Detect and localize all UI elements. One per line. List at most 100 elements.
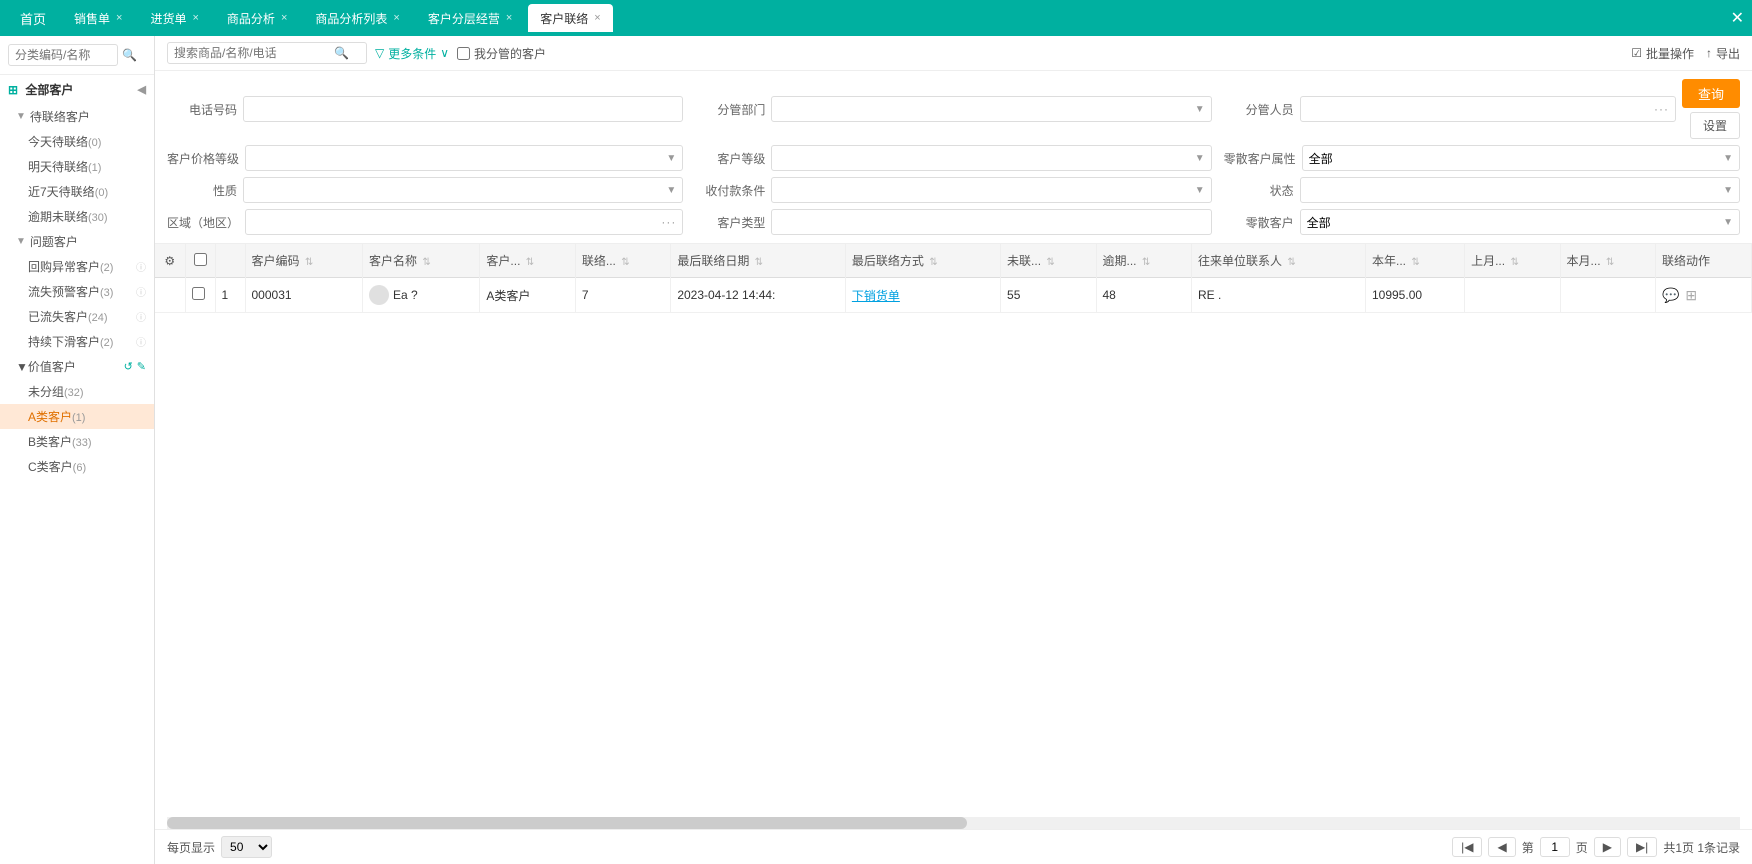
sidebar-search-container: 🔍	[0, 36, 154, 75]
sidebar-item-b-class[interactable]: B类客户(33)	[0, 429, 154, 454]
scrollbar-thumb[interactable]	[167, 817, 967, 829]
value-customers-header: ▼ 价值客户 ↺ ✎	[0, 354, 154, 379]
qr-icon[interactable]: ⊞	[1685, 287, 1697, 304]
select-all-checkbox[interactable]	[194, 253, 207, 266]
next-page-btn[interactable]: ▶	[1594, 837, 1621, 857]
col-gear[interactable]: ⚙	[155, 244, 185, 278]
tab-customer-contact[interactable]: 客户联络 ×	[528, 4, 612, 32]
problem-customers-header[interactable]: ▼ 问题客户	[0, 229, 154, 254]
filter-dept-select[interactable]: ▼	[771, 96, 1211, 122]
tab-purchase[interactable]: 进货单 ×	[138, 4, 210, 32]
triangle-icon: ▼	[16, 360, 28, 374]
filter-retail-select[interactable]: 全部▼	[1300, 209, 1740, 235]
row-num: 1	[222, 288, 229, 302]
filter-more-btn[interactable]: ▽ 更多条件 ∨	[375, 45, 449, 62]
row-last-contact-method[interactable]: 下销货单	[852, 289, 900, 303]
filter-status-select[interactable]: ▼	[1300, 177, 1740, 203]
chevron-down-icon: ▼	[666, 153, 676, 164]
sidebar-item-overdue[interactable]: 逾期未联络(30)	[0, 204, 154, 229]
my-customers-checkbox[interactable]: 我分管的客户	[457, 45, 546, 62]
gear-icon[interactable]: ⚙	[164, 254, 175, 268]
search-icon[interactable]: 🔍	[334, 46, 349, 60]
current-page-input[interactable]	[1540, 837, 1570, 857]
sidebar-item-c-class[interactable]: C类客户(6)	[0, 454, 154, 479]
tab-product-analysis[interactable]: 商品分析 ×	[215, 4, 299, 32]
filter-payment-select[interactable]: ▼	[771, 177, 1211, 203]
chevron-down-icon: ∨	[440, 46, 449, 60]
filter-price-level-select[interactable]: ▼	[245, 145, 683, 171]
sidebar-item-overdue-label: 逾期未联络(30)	[28, 208, 108, 225]
sidebar-item-today[interactable]: 今天待联络(0)	[0, 129, 154, 154]
col-contact-person: 往来单位联系人 ⇅	[1191, 244, 1365, 278]
nav-home[interactable]: 首页	[8, 5, 58, 32]
sidebar-item-churned-label: 已流失客户(24)	[28, 308, 108, 325]
my-customers-label: 我分管的客户	[474, 45, 546, 62]
first-page-btn[interactable]: |◀	[1452, 837, 1482, 857]
info-icon: ⓘ	[136, 284, 146, 299]
pending-contact-header[interactable]: ▼ 待联络客户	[0, 104, 154, 129]
col-not-contacted-label: 未联...	[1007, 254, 1041, 268]
sidebar-item-repurchase[interactable]: 回购异常客户(2) ⓘ	[0, 254, 154, 279]
sort-icon: ⇅	[621, 257, 629, 268]
sidebar-search-input[interactable]	[8, 44, 118, 66]
edit-icon[interactable]: ✎	[137, 360, 146, 373]
my-customers-check[interactable]	[457, 47, 470, 60]
cell-last-contact-method: 下销货单	[845, 278, 1000, 313]
check-square-icon: ☑	[1631, 46, 1642, 60]
top-nav-close[interactable]: ✕	[1731, 8, 1744, 28]
name-avatar	[369, 285, 389, 305]
cell-gear	[155, 278, 185, 313]
last-page-btn[interactable]: ▶|	[1627, 837, 1657, 857]
sort-icon: ⇅	[1142, 257, 1150, 268]
row-checkbox[interactable]	[192, 287, 205, 300]
sidebar-item-tomorrow-label: 明天待联络(1)	[28, 158, 101, 175]
tab-product-analysis-list[interactable]: 商品分析列表 ×	[303, 4, 411, 32]
query-button[interactable]: 查询	[1682, 79, 1740, 108]
refresh-icon[interactable]: ↺	[124, 360, 133, 373]
sidebar-item-tomorrow[interactable]: 明天待联络(1)	[0, 154, 154, 179]
close-icon[interactable]: ×	[281, 12, 287, 24]
sidebar-item-churned[interactable]: 已流失客户(24) ⓘ	[0, 304, 154, 329]
search-input[interactable]	[174, 46, 334, 60]
sidebar-item-declining[interactable]: 持续下滑客户(2) ⓘ	[0, 329, 154, 354]
search-icon[interactable]: 🔍	[122, 48, 137, 62]
sidebar-all-customers[interactable]: ⊞ 全部客户 ◀	[0, 75, 154, 104]
chat-icon[interactable]: 💬	[1662, 287, 1679, 304]
sidebar-item-a-class[interactable]: A类客户(1)	[0, 404, 154, 429]
batch-op-btn[interactable]: ☑ 批量操作	[1631, 45, 1694, 62]
close-icon[interactable]: ×	[192, 12, 198, 24]
batch-op-label: 批量操作	[1646, 45, 1694, 62]
filter-customer-type-input[interactable]	[771, 209, 1211, 235]
pending-contact-group: ▼ 待联络客户 今天待联络(0) 明天待联络(1) 近7天待联络(0) 逾期未联…	[0, 104, 154, 229]
scrollbar-container	[167, 817, 1740, 829]
row-overdue: 48	[1103, 288, 1116, 302]
sort-icon: ⇅	[929, 257, 937, 268]
col-not-contacted: 未联... ⇅	[1001, 244, 1096, 278]
filter-retail-attr: 零散客户属性 全部▼	[1224, 145, 1740, 171]
filter-retail-attr-select[interactable]: 全部▼	[1302, 145, 1740, 171]
close-icon[interactable]: ×	[393, 12, 399, 24]
sidebar-item-churn-warning[interactable]: 流失预警客户(3) ⓘ	[0, 279, 154, 304]
page-size-select[interactable]: 50 100 200	[221, 836, 272, 858]
close-icon[interactable]: ×	[116, 12, 122, 24]
cell-code: 000031	[245, 278, 362, 313]
sidebar-item-unclassified[interactable]: 未分组(32)	[0, 379, 154, 404]
tab-sales[interactable]: 销售单 ×	[62, 4, 134, 32]
sidebar-item-7days[interactable]: 近7天待联络(0)	[0, 179, 154, 204]
settings-button[interactable]: 设置	[1690, 112, 1740, 139]
close-icon[interactable]: ×	[594, 12, 600, 24]
sort-icon: ⇅	[1046, 257, 1054, 268]
filter-person-input[interactable]: ···	[1300, 96, 1676, 122]
filter-phone-input[interactable]	[243, 96, 683, 122]
cell-type: A类客户	[480, 278, 575, 313]
filter-nature-select[interactable]: ▼	[243, 177, 683, 203]
export-btn[interactable]: ↑ 导出	[1706, 45, 1740, 62]
filter-customer-level-select[interactable]: ▼	[771, 145, 1211, 171]
prev-page-btn[interactable]: ◀	[1488, 837, 1515, 857]
sidebar-item-repurchase-label: 回购异常客户(2)	[28, 258, 113, 275]
sort-icon: ⇅	[1287, 257, 1295, 268]
tab-customer-segmentation[interactable]: 客户分层经营 ×	[416, 4, 524, 32]
triangle-icon: ▼	[16, 111, 26, 122]
close-icon[interactable]: ×	[506, 12, 512, 24]
filter-region-input[interactable]: ···	[245, 209, 683, 235]
